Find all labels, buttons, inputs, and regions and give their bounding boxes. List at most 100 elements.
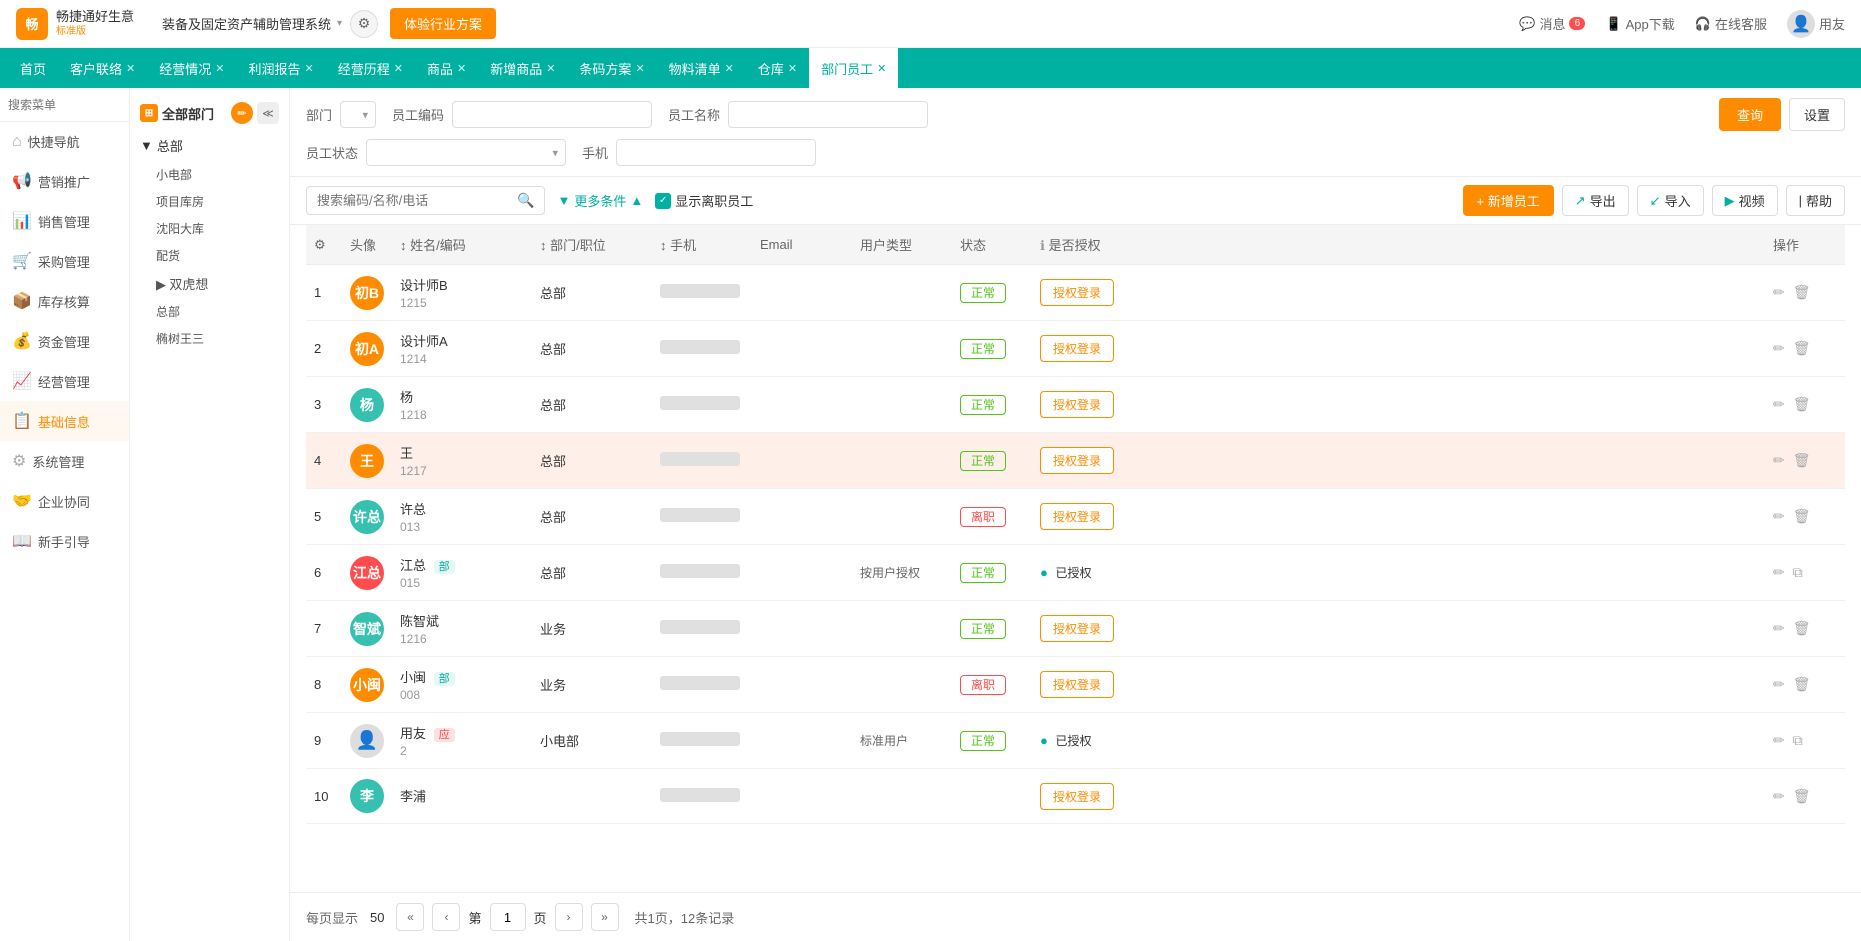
sidebar-item-inventory[interactable]: 📦 库存核算 (0, 281, 129, 321)
col-settings[interactable]: ⚙ (306, 225, 342, 265)
page-input[interactable] (490, 903, 526, 931)
edit-icon[interactable]: ✏ (1773, 732, 1785, 749)
app-download-item[interactable]: 📱 App下载 (1605, 14, 1674, 33)
edit-icon[interactable]: ✏ (1773, 788, 1785, 805)
phone-input[interactable] (616, 139, 816, 166)
edit-icon[interactable]: ✏ (1773, 564, 1785, 581)
delete-icon[interactable]: 🗑 (1793, 452, 1811, 469)
sidebar-item-basic-info[interactable]: 📋 基础信息 (0, 401, 129, 441)
trial-button[interactable]: 体验行业方案 (390, 8, 496, 39)
import-button[interactable]: ↙ 导入 (1637, 185, 1704, 216)
sidebar-item-enterprise[interactable]: 🤝 企业协同 (0, 481, 129, 521)
dept-child-project[interactable]: 项目库房 (130, 188, 289, 215)
dept-select[interactable] (340, 101, 376, 128)
nav-warehouse[interactable]: 仓库 ✕ (746, 48, 809, 88)
auth-button[interactable]: 授权登录 (1040, 279, 1114, 306)
nav-customer[interactable]: 客户联络 ✕ (58, 48, 147, 88)
sidebar-item-operation[interactable]: 📈 经营管理 (0, 361, 129, 401)
sidebar-item-quick-nav[interactable]: ⌂ 快捷导航 (0, 122, 129, 161)
nav-barcode[interactable]: 条码方案 ✕ (567, 48, 656, 88)
sidebar-search-input[interactable] (8, 98, 130, 112)
dept-child-shuanghuxiang[interactable]: ▶ 双虎想 (130, 269, 289, 298)
sidebar-item-sales[interactable]: 📊 销售管理 (0, 201, 129, 241)
nav-close-add-goods[interactable]: ✕ (546, 62, 555, 75)
delete-icon[interactable]: 🗑 (1793, 396, 1811, 413)
query-button[interactable]: 查询 (1719, 98, 1781, 131)
nav-department[interactable]: 部门员工 ✕ (809, 48, 898, 88)
delete-icon[interactable]: 🗑 (1793, 508, 1811, 525)
dept-child-distribution[interactable]: 配货 (130, 242, 289, 269)
sidebar-item-finance[interactable]: 💰 资金管理 (0, 321, 129, 361)
edit-icon[interactable]: ✏ (1773, 396, 1785, 413)
nav-close-customer[interactable]: ✕ (126, 62, 135, 75)
nav-goods[interactable]: 商品 ✕ (415, 48, 478, 88)
nav-close-department[interactable]: ✕ (877, 62, 886, 75)
auth-button[interactable]: 授权登录 (1040, 447, 1114, 474)
dept-child-shenyang[interactable]: 沈阳大库 (130, 215, 289, 242)
first-page-button[interactable]: « (396, 903, 424, 931)
auth-button[interactable]: 授权登录 (1040, 783, 1114, 810)
dept-group-total[interactable]: ▼ 总部 (130, 130, 289, 161)
dept-edit-button[interactable]: ✏ (231, 102, 253, 124)
nav-close-profit[interactable]: ✕ (305, 62, 314, 75)
auth-button[interactable]: 授权登录 (1040, 335, 1114, 362)
edit-icon[interactable]: ✏ (1773, 620, 1785, 637)
nav-close-operation[interactable]: ✕ (215, 62, 224, 75)
nav-close-bom[interactable]: ✕ (725, 62, 734, 75)
nav-add-goods[interactable]: 新增商品 ✕ (478, 48, 567, 88)
edit-icon[interactable]: ✏ (1773, 340, 1785, 357)
copy-icon[interactable]: ⧉ (1793, 564, 1803, 581)
edit-icon[interactable]: ✏ (1773, 508, 1785, 525)
col-name-code[interactable]: ↕ 姓名/编码 (392, 225, 532, 265)
nav-operation[interactable]: 经营情况 ✕ (147, 48, 236, 88)
auth-button[interactable]: 授权登录 (1040, 671, 1114, 698)
emp-name-input[interactable] (728, 101, 928, 128)
col-phone[interactable]: ↕ 手机 (652, 225, 752, 265)
dept-collapse-button[interactable]: ≪ (257, 102, 279, 124)
auth-button[interactable]: 授权登录 (1040, 391, 1114, 418)
more-filter-button[interactable]: ▼ 更多条件 ▲ (557, 191, 643, 210)
edit-icon[interactable]: ✏ (1773, 452, 1785, 469)
edit-icon[interactable]: ✏ (1773, 284, 1785, 301)
copy-icon[interactable]: ⧉ (1793, 732, 1803, 749)
next-page-button[interactable]: › (555, 903, 583, 931)
delete-icon[interactable]: 🗑 (1793, 788, 1811, 805)
nav-close-warehouse[interactable]: ✕ (788, 62, 797, 75)
system-dropdown-arrow[interactable]: ▾ (337, 18, 342, 29)
dept-child-tuoshu[interactable]: 椭树王三 (130, 325, 289, 352)
col-dept-pos[interactable]: ↕ 部门/职位 (532, 225, 652, 265)
delete-icon[interactable]: 🗑 (1793, 620, 1811, 637)
nav-close-goods[interactable]: ✕ (457, 62, 466, 75)
set-button[interactable]: 设置 (1789, 98, 1845, 131)
sidebar-item-guide[interactable]: 📖 新手引导 (0, 521, 129, 561)
nav-profit[interactable]: 利润报告 ✕ (236, 48, 325, 88)
notification-item[interactable]: 💬 消息 6 (1519, 14, 1585, 33)
sidebar-item-purchase[interactable]: 🛒 采购管理 (0, 241, 129, 281)
dept-child-small-elec[interactable]: 小电部 (130, 161, 289, 188)
edit-icon[interactable]: ✏ (1773, 676, 1785, 693)
nav-history[interactable]: 经营历程 ✕ (326, 48, 415, 88)
status-select[interactable] (366, 139, 566, 166)
nav-close-barcode[interactable]: ✕ (635, 62, 644, 75)
view-button[interactable]: ▶ 视频 (1712, 185, 1778, 216)
prev-page-button[interactable]: ‹ (432, 903, 460, 931)
sidebar-item-system[interactable]: ⚙ 系统管理 (0, 441, 129, 481)
help-button[interactable]: | 帮助 (1786, 185, 1845, 216)
emp-code-input[interactable] (452, 101, 652, 128)
show-resigned-option[interactable]: ✓ 显示离职员工 (655, 191, 753, 210)
last-page-button[interactable]: » (591, 903, 619, 931)
dept-child-hq[interactable]: 总部 (130, 298, 289, 325)
delete-icon[interactable]: 🗑 (1793, 284, 1811, 301)
nav-home[interactable]: 首页 (8, 48, 58, 88)
show-resigned-checkbox[interactable]: ✓ (655, 193, 671, 209)
nav-close-history[interactable]: ✕ (394, 62, 403, 75)
gear-button[interactable]: ⚙ (350, 10, 378, 38)
delete-icon[interactable]: 🗑 (1793, 340, 1811, 357)
auth-button[interactable]: 授权登录 (1040, 615, 1114, 642)
auth-button[interactable]: 授权登录 (1040, 503, 1114, 530)
search-input[interactable] (317, 193, 517, 208)
export-button[interactable]: ↗ 导出 (1562, 185, 1629, 216)
add-employee-button[interactable]: + 新增员工 (1463, 185, 1554, 216)
delete-icon[interactable]: 🗑 (1793, 676, 1811, 693)
sidebar-item-marketing[interactable]: 📢 营销推广 (0, 161, 129, 201)
